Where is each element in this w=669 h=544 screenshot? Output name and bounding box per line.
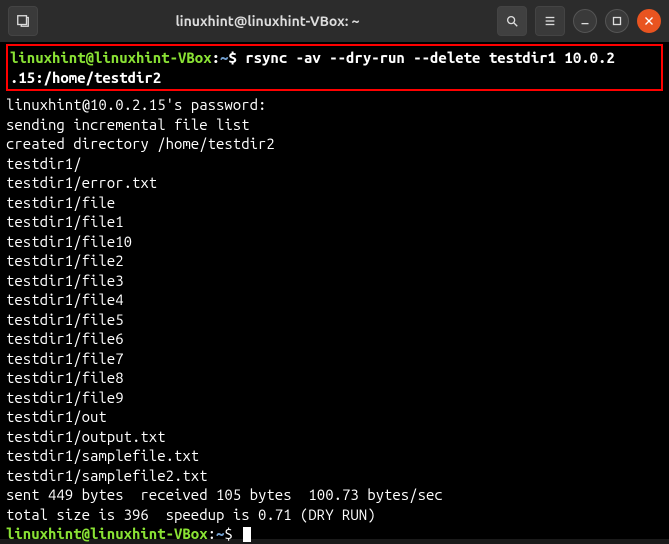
- output-line: testdir1/out: [6, 407, 663, 427]
- prompt-symbol: $: [224, 525, 232, 542]
- output-line: testdir1/file1: [6, 212, 663, 232]
- maximize-button[interactable]: [605, 9, 629, 33]
- output-line: testdir1/file2: [6, 251, 663, 271]
- output-line: testdir1/file: [6, 193, 663, 213]
- prompt-symbol: $: [228, 49, 236, 66]
- output-line: testdir1/file10: [6, 232, 663, 252]
- close-icon: [642, 14, 656, 28]
- menu-button[interactable]: [535, 6, 565, 36]
- search-button[interactable]: [497, 6, 527, 36]
- output-line: testdir1/: [6, 154, 663, 174]
- output-line: testdir1/file5: [6, 310, 663, 330]
- output-line: linuxhint@10.0.2.15's password:: [6, 95, 663, 115]
- output-line: testdir1/file9: [6, 388, 663, 408]
- command-line1: rsync -av --dry-run --delete testdir1 10…: [237, 49, 615, 66]
- cursor: [243, 527, 251, 542]
- prompt-user: linuxhint@linuxhint-VBox: [10, 49, 212, 66]
- output-line: testdir1/file7: [6, 349, 663, 369]
- hamburger-icon: [543, 14, 557, 28]
- output-line: sent 449 bytes received 105 bytes 100.73…: [6, 485, 663, 505]
- output-line: testdir1/samplefile2.txt: [6, 466, 663, 486]
- close-button[interactable]: [637, 9, 661, 33]
- search-icon: [505, 14, 519, 28]
- command-line2: .15:/home/testdir2: [10, 69, 161, 86]
- minimize-icon: [578, 14, 592, 28]
- output-line: created directory /home/testdir2: [6, 134, 663, 154]
- maximize-icon: [610, 14, 624, 28]
- new-tab-icon: [16, 14, 30, 28]
- output-line: testdir1/error.txt: [6, 173, 663, 193]
- prompt-colon: :: [212, 49, 220, 66]
- terminal-area[interactable]: linuxhint@linuxhint-VBox:~$ rsync -av --…: [0, 42, 669, 539]
- prompt-user: linuxhint@linuxhint-VBox: [6, 525, 208, 542]
- window-titlebar: linuxhint@linuxhint-VBox: ~: [0, 0, 669, 42]
- output-line: testdir1/samplefile.txt: [6, 446, 663, 466]
- new-tab-button[interactable]: [8, 6, 38, 36]
- output-line: testdir1/file4: [6, 290, 663, 310]
- output-line: sending incremental file list: [6, 115, 663, 135]
- output-line: testdir1/output.txt: [6, 427, 663, 447]
- output-line: testdir1/file8: [6, 368, 663, 388]
- highlighted-command: linuxhint@linuxhint-VBox:~$ rsync -av --…: [6, 44, 663, 91]
- window-title: linuxhint@linuxhint-VBox: ~: [48, 13, 487, 29]
- prompt-line: linuxhint@linuxhint-VBox:~$: [6, 524, 663, 544]
- minimize-button[interactable]: [573, 9, 597, 33]
- output-line: total size is 396 speedup is 0.71 (DRY R…: [6, 505, 663, 525]
- output-line: testdir1/file3: [6, 271, 663, 291]
- output-line: testdir1/file6: [6, 329, 663, 349]
